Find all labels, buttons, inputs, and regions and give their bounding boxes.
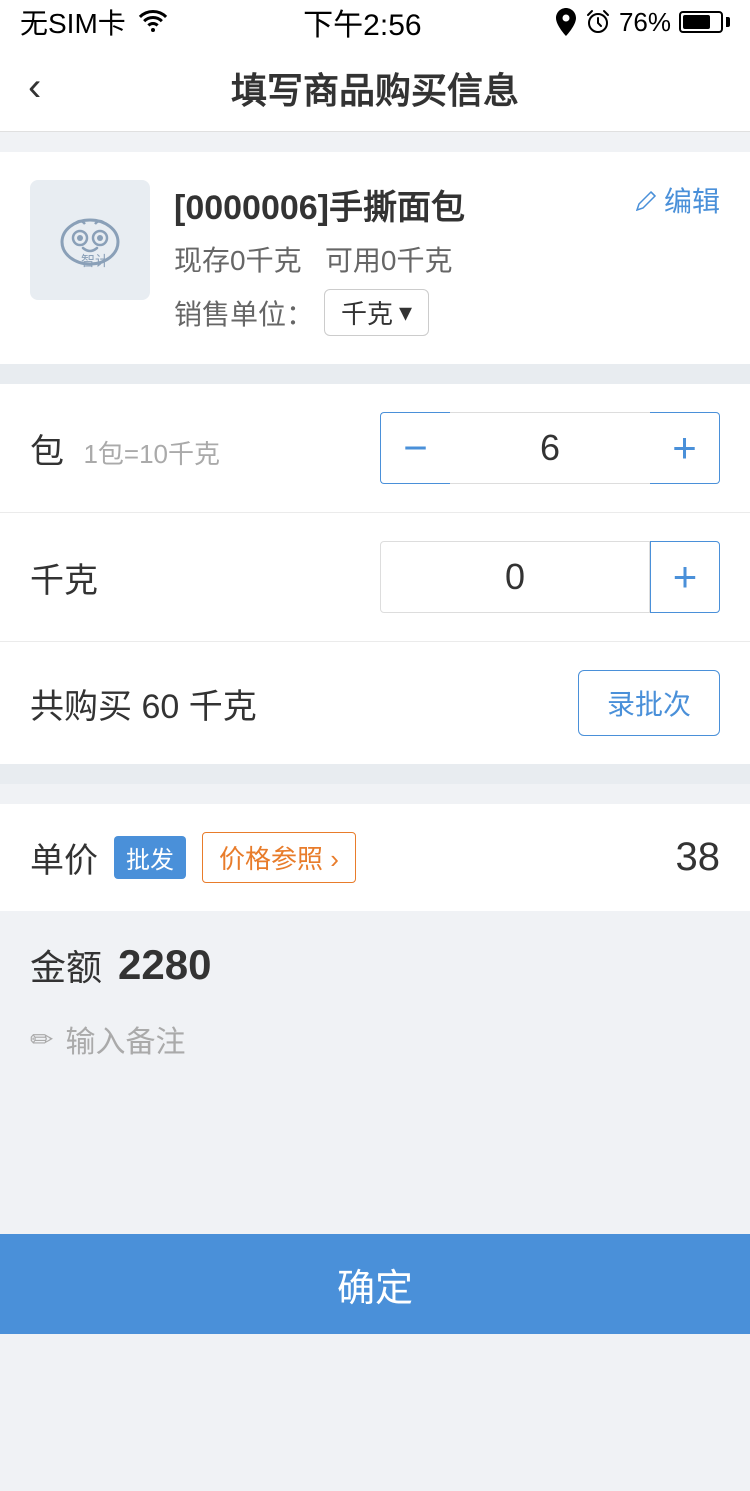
battery-percent: 76% (619, 7, 671, 38)
kg-qty-control: + (380, 541, 720, 613)
pencil-icon: ✏ (30, 1023, 53, 1056)
bao-row: 包 1包=10千克 − + (0, 384, 750, 513)
kg-increment-button[interactable]: + (650, 541, 720, 613)
input-section: 包 1包=10千克 − + 千克 + (0, 384, 750, 642)
svg-text:智计: 智计 (81, 253, 109, 269)
page-title: 填写商品购买信息 (231, 62, 519, 114)
product-unit-row: 销售单位： 千克 ▾ (174, 289, 720, 336)
kg-row: 千克 + (0, 513, 750, 642)
unit-select[interactable]: 千克 ▾ (324, 289, 429, 336)
confirm-button[interactable]: 确定 (0, 1234, 750, 1334)
total-row: 共购买 60 千克 录批次 (0, 642, 750, 764)
battery-icon (679, 11, 730, 33)
status-time: 下午2:56 (303, 0, 421, 44)
bao-hint: 1包=10千克 (83, 439, 220, 469)
bao-increment-button[interactable]: + (650, 412, 720, 484)
product-card: 智计 [0000006]手撕面包 现存0千克 可用0千克 销售单位： 千克 ▾ … (0, 152, 750, 364)
price-label: 单价 (30, 833, 98, 882)
status-left: 无SIM卡 (20, 2, 170, 42)
price-value: 38 (676, 835, 721, 880)
remark-placeholder: 输入备注 (65, 1017, 185, 1061)
alarm-icon (585, 9, 611, 35)
owl-logo-icon: 智计 (55, 210, 125, 270)
carrier-text: 无SIM卡 (20, 2, 126, 42)
status-right: 76% (555, 7, 730, 38)
remark-row[interactable]: ✏ 输入备注 (30, 1007, 720, 1071)
divider-2 (0, 764, 750, 784)
bao-qty-control: − + (380, 412, 720, 484)
kg-label: 千克 (30, 553, 380, 602)
nav-bar: ‹ 填写商品购买信息 (0, 44, 750, 132)
product-stock: 现存0千克 可用0千克 (174, 239, 720, 279)
batch-button[interactable]: 录批次 (578, 670, 720, 736)
amount-row: 金额 2280 (30, 939, 720, 991)
price-ref-button[interactable]: 价格参照 › (202, 832, 356, 883)
status-bar: 无SIM卡 下午2:56 76% (0, 0, 750, 44)
kg-qty-input[interactable] (380, 541, 650, 613)
product-image: 智计 (30, 180, 150, 300)
edit-button[interactable]: 编辑 (636, 180, 720, 220)
price-section: 单价 批发 价格参照 › 38 (0, 804, 750, 911)
total-label: 共购买 60 千克 (30, 679, 257, 728)
price-row: 单价 批发 价格参照 › 38 (30, 832, 720, 883)
location-icon (555, 8, 577, 36)
price-tag: 批发 (114, 836, 186, 879)
amount-value: 2280 (118, 941, 211, 989)
bao-decrement-button[interactable]: − (380, 412, 450, 484)
bao-label: 包 1包=10千克 (30, 424, 380, 473)
amount-section: 金额 2280 ✏ 输入备注 (0, 911, 750, 1091)
bao-qty-input[interactable] (450, 412, 650, 484)
amount-label: 金额 (30, 939, 102, 991)
divider-1 (0, 364, 750, 384)
edit-icon (636, 189, 658, 211)
wifi-icon (136, 10, 170, 34)
back-button[interactable]: ‹ (28, 65, 41, 110)
